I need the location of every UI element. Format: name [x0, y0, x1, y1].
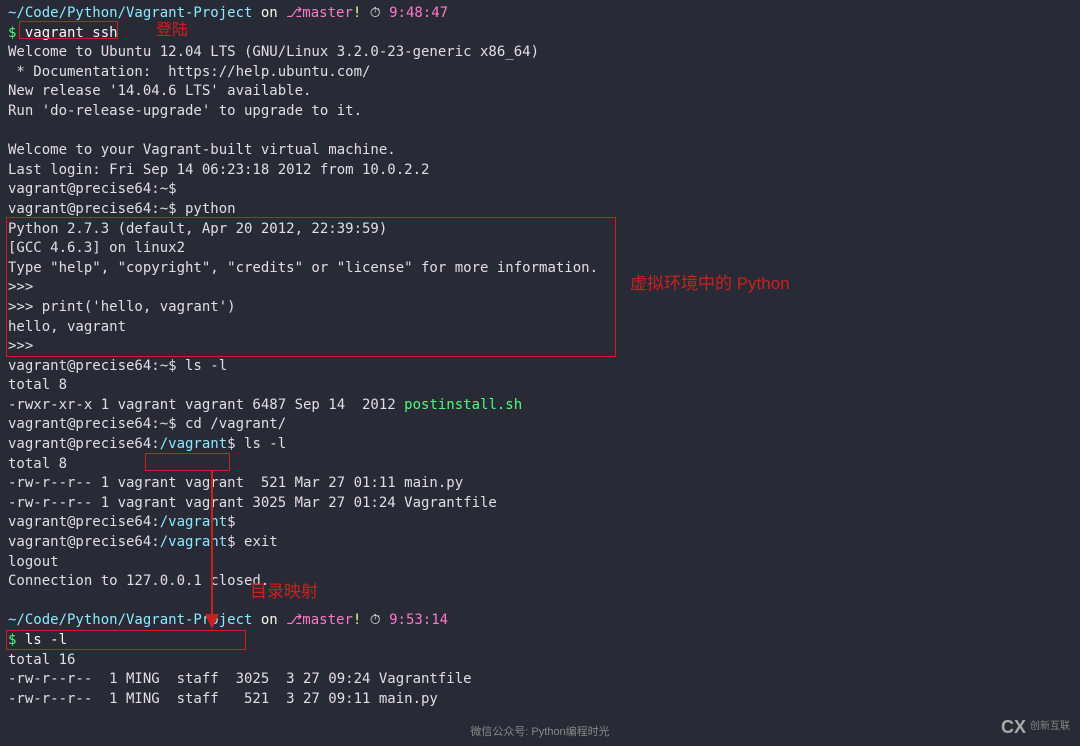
- repl-prompt: >>>: [8, 278, 1072, 298]
- repl-output: hello, vagrant: [8, 318, 1072, 338]
- annotation-venv-python: 虚拟环境中的 Python: [630, 272, 790, 296]
- command-ls: $ ls -l: [8, 631, 1072, 651]
- watermark-text: 创新互联: [1030, 720, 1070, 734]
- prompt-line-2: ~/Code/Python/Vagrant-Project on ⎇master…: [8, 611, 1072, 631]
- python-cmd: vagrant@precise64:~$ python: [8, 200, 1072, 220]
- welcome-vm: Welcome to your Vagrant-built virtual ma…: [8, 141, 1072, 161]
- ls-host-main: -rw-r--r-- 1 MING staff 521 3 27 09:11 m…: [8, 690, 1072, 710]
- watermark: CX 创新互联: [1001, 715, 1070, 740]
- repl-prompt-end: >>>: [8, 337, 1072, 357]
- python-version: Python 2.7.3 (default, Apr 20 2012, 22:3…: [8, 220, 1072, 240]
- repl-print: >>> print('hello, vagrant'): [8, 298, 1072, 318]
- terminal-content[interactable]: ~/Code/Python/Vagrant-Project on ⎇master…: [8, 4, 1072, 709]
- cd-cmd: vagrant@precise64:~$ cd /vagrant/: [8, 415, 1072, 435]
- annotation-dir-mapping: 目录映射: [250, 580, 318, 604]
- logout-text: logout: [8, 553, 1072, 573]
- footer-caption: 微信公众号: Python编程时光: [470, 725, 609, 740]
- total-1: total 8: [8, 376, 1072, 396]
- connection-closed: Connection to 127.0.0.1 closed.: [8, 572, 1072, 592]
- ls-vagrant-cmd: vagrant@precise64:/vagrant$ ls -l: [8, 435, 1072, 455]
- annotation-login: 登陆: [156, 20, 188, 42]
- total-2: total 8: [8, 455, 1072, 475]
- prompt-empty: vagrant@precise64:~$: [8, 180, 1072, 200]
- ls-host-vagrantfile: -rw-r--r-- 1 MING staff 3025 3 27 09:24 …: [8, 670, 1072, 690]
- watermark-logo-icon: CX: [1001, 715, 1026, 740]
- ls-entry-main: -rw-r--r-- 1 vagrant vagrant 521 Mar 27 …: [8, 474, 1072, 494]
- welcome-text: Welcome to Ubuntu 12.04 LTS (GNU/Linux 3…: [8, 43, 1072, 63]
- python-help: Type "help", "copyright", "credits" or "…: [8, 259, 1072, 279]
- ls-cmd: vagrant@precise64:~$ ls -l: [8, 357, 1072, 377]
- exit-cmd: vagrant@precise64:/vagrant$ exit: [8, 533, 1072, 553]
- ls-entry-vagrantfile: -rw-r--r-- 1 vagrant vagrant 3025 Mar 27…: [8, 494, 1072, 514]
- upgrade-hint: Run 'do-release-upgrade' to upgrade to i…: [8, 102, 1072, 122]
- prompt-vagrant-empty: vagrant@precise64:/vagrant$: [8, 513, 1072, 533]
- documentation-link: * Documentation: https://help.ubuntu.com…: [8, 63, 1072, 83]
- gcc-info: [GCC 4.6.3] on linux2: [8, 239, 1072, 259]
- total-3: total 16: [8, 651, 1072, 671]
- new-release: New release '14.04.6 LTS' available.: [8, 82, 1072, 102]
- ls-entry-postinstall: -rwxr-xr-x 1 vagrant vagrant 6487 Sep 14…: [8, 396, 1072, 416]
- last-login: Last login: Fri Sep 14 06:23:18 2012 fro…: [8, 161, 1072, 181]
